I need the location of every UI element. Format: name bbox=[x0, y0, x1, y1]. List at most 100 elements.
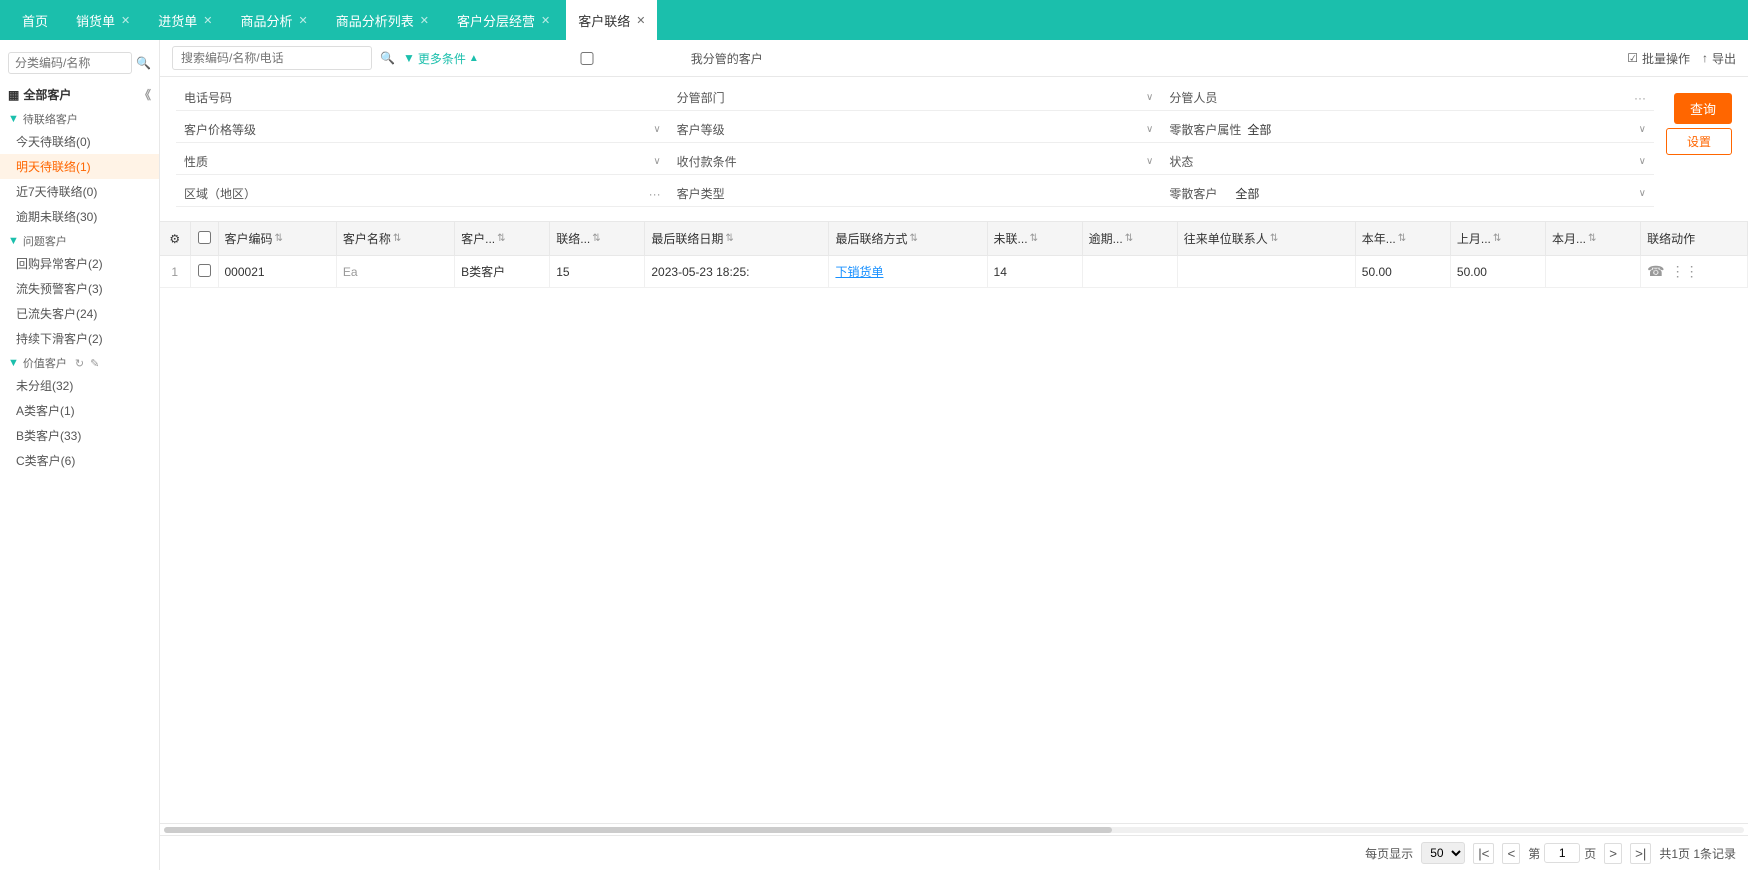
nav-sales[interactable]: 销货单 ✕ bbox=[64, 0, 142, 40]
sidebar-all-customers[interactable]: ▦ 全部客户 《 bbox=[0, 82, 159, 107]
total-info: 共1页 1条记录 bbox=[1659, 845, 1736, 862]
sidebar-collapse-icon[interactable]: 《 bbox=[139, 86, 151, 103]
nav-purchase[interactable]: 进货单 ✕ bbox=[146, 0, 224, 40]
refresh-icon[interactable]: ↻ bbox=[75, 357, 84, 370]
table-scrollbar[interactable] bbox=[160, 823, 1748, 835]
col-name-label: 客户名称 bbox=[343, 230, 391, 247]
filter-person-label: 分管人员 bbox=[1169, 89, 1229, 106]
sidebar-item-repurchase-abnormal[interactable]: 回购异常客户(2) bbox=[0, 251, 159, 276]
edit-icon[interactable]: ✎ bbox=[90, 357, 99, 370]
nav-product-analysis-list[interactable]: 商品分析列表 ✕ bbox=[324, 0, 441, 40]
row-select-checkbox[interactable] bbox=[198, 264, 211, 277]
sidebar-item-declining[interactable]: 持续下滑客户(2) bbox=[0, 326, 159, 351]
page-input[interactable] bbox=[1544, 843, 1580, 863]
select-all-checkbox[interactable] bbox=[198, 231, 211, 244]
filter-row-1: 电话号码 分管部门 ∨ 分管人员 ··· bbox=[176, 85, 1654, 111]
col-settings[interactable]: ⚙ bbox=[160, 222, 190, 256]
nav-sales-close[interactable]: ✕ bbox=[121, 14, 130, 27]
filter-price-level-caret[interactable]: ∨ bbox=[653, 124, 660, 135]
filter-status-caret[interactable]: ∨ bbox=[1639, 156, 1646, 167]
sidebar-item-overdue[interactable]: 逾期未联络(30) bbox=[0, 204, 159, 229]
sidebar-item-a-class[interactable]: A类客户(1) bbox=[0, 398, 159, 423]
customer-table: ⚙ 客户编码 ⇅ 客户名称 bbox=[160, 222, 1748, 288]
col-contact-sort[interactable]: ⇅ bbox=[592, 233, 600, 244]
sidebar-item-today-label: 今天待联络(0) bbox=[16, 135, 91, 149]
sidebar-item-ungrouped[interactable]: 未分组(32) bbox=[0, 373, 159, 398]
sidebar-search-icon[interactable]: 🔍 bbox=[136, 56, 151, 70]
sidebar-item-ungrouped-label: 未分组(32) bbox=[16, 379, 73, 393]
filter-region-label: 区域（地区） bbox=[184, 185, 256, 202]
sidebar-item-b-class[interactable]: B类客户(33) bbox=[0, 423, 159, 448]
col-last-month-sort[interactable]: ⇅ bbox=[1493, 233, 1501, 244]
col-name-sort[interactable]: ⇅ bbox=[393, 233, 401, 244]
per-page-select[interactable]: 50 bbox=[1421, 842, 1465, 864]
top-navigation: 首页 销货单 ✕ 进货单 ✕ 商品分析 ✕ 商品分析列表 ✕ 客户分层经营 ✕ … bbox=[0, 0, 1748, 40]
filter-customer-level-caret[interactable]: ∨ bbox=[1146, 124, 1153, 135]
col-last-month-label: 上月... bbox=[1457, 230, 1491, 247]
sidebar-search-input[interactable] bbox=[8, 52, 132, 74]
col-this-year-sort[interactable]: ⇅ bbox=[1398, 233, 1406, 244]
row-index: 1 bbox=[160, 256, 190, 288]
export-btn[interactable]: ↑ 导出 bbox=[1702, 50, 1736, 67]
sidebar-item-today[interactable]: 今天待联络(0) bbox=[0, 129, 159, 154]
bulk-action-btn[interactable]: ☑ 批量操作 bbox=[1627, 50, 1690, 67]
col-uncontacted-sort[interactable]: ⇅ bbox=[1030, 233, 1038, 244]
row-checkbox bbox=[190, 256, 218, 288]
filter-retail-customer-caret[interactable]: ∨ bbox=[1639, 188, 1646, 199]
filter-payment: 收付款条件 ∨ bbox=[669, 149, 1162, 175]
col-overdue: 逾期... ⇅ bbox=[1082, 222, 1177, 256]
filter-payment-caret[interactable]: ∨ bbox=[1146, 156, 1153, 167]
sidebar-item-churned[interactable]: 已流失客户(24) bbox=[0, 301, 159, 326]
col-type-sort[interactable]: ⇅ bbox=[497, 233, 505, 244]
filter-person-dots[interactable]: ··· bbox=[1634, 91, 1646, 105]
col-code-sort[interactable]: ⇅ bbox=[275, 233, 283, 244]
filter-customer-level-label: 客户等级 bbox=[677, 121, 737, 138]
call-icon[interactable]: ☎ bbox=[1647, 263, 1664, 280]
next-page-btn[interactable]: > bbox=[1604, 843, 1622, 864]
my-customers-checkbox[interactable] bbox=[487, 52, 687, 65]
col-last-date-sort[interactable]: ⇅ bbox=[725, 233, 733, 244]
nav-purchase-close[interactable]: ✕ bbox=[203, 14, 212, 27]
page-suffix-label: 页 bbox=[1584, 845, 1596, 862]
filter-phone-input[interactable] bbox=[250, 91, 661, 105]
more-conditions-btn[interactable]: ▼ 更多条件 ▲ bbox=[403, 50, 479, 67]
nav-home[interactable]: 首页 bbox=[10, 0, 60, 40]
filter-region-dots[interactable]: ··· bbox=[649, 187, 661, 201]
filter-customer-type: 客户类型 bbox=[669, 181, 1162, 207]
nav-customer-contact[interactable]: 客户联络 ✕ bbox=[566, 0, 657, 40]
filter-retail-attr-caret[interactable]: ∨ bbox=[1639, 124, 1646, 135]
col-overdue-sort[interactable]: ⇅ bbox=[1125, 233, 1133, 244]
nav-product-analysis[interactable]: 商品分析 ✕ bbox=[228, 0, 319, 40]
query-button[interactable]: 查询 bbox=[1674, 93, 1732, 124]
row-last-date: 2023-05-23 18:25: bbox=[645, 256, 829, 288]
col-this-month-sort[interactable]: ⇅ bbox=[1588, 233, 1596, 244]
sidebar-item-tomorrow[interactable]: 明天待联络(1) bbox=[0, 154, 159, 179]
col-unit-contact-sort[interactable]: ⇅ bbox=[1270, 233, 1278, 244]
nav-customer-segment-close[interactable]: ✕ bbox=[541, 14, 550, 27]
settings-gear-icon[interactable]: ⚙ bbox=[169, 232, 180, 246]
sidebar-item-churn-warning[interactable]: 流失预警客户(3) bbox=[0, 276, 159, 301]
scroll-thumb[interactable] bbox=[164, 827, 1112, 833]
nav-customer-contact-close[interactable]: ✕ bbox=[636, 14, 645, 27]
search-btn[interactable]: 🔍 bbox=[380, 51, 395, 65]
more-action-icon[interactable]: ⋮⋮ bbox=[1671, 263, 1699, 280]
filter-dept-caret[interactable]: ∨ bbox=[1146, 92, 1153, 103]
nav-customer-contact-label: 客户联络 bbox=[578, 11, 630, 30]
sidebar-item-7days[interactable]: 近7天待联络(0) bbox=[0, 179, 159, 204]
nav-product-analysis-list-label: 商品分析列表 bbox=[336, 11, 414, 30]
filter-nature-caret[interactable]: ∨ bbox=[653, 156, 660, 167]
last-page-btn[interactable]: >| bbox=[1630, 843, 1651, 864]
setting-button[interactable]: 设置 bbox=[1666, 128, 1732, 155]
my-customers-check[interactable]: 我分管的客户 bbox=[487, 50, 763, 67]
nav-customer-segment[interactable]: 客户分层经营 ✕ bbox=[445, 0, 562, 40]
sidebar-item-c-class[interactable]: C类客户(6) bbox=[0, 448, 159, 473]
nav-customer-segment-label: 客户分层经营 bbox=[457, 11, 535, 30]
nav-product-analysis-close[interactable]: ✕ bbox=[299, 14, 308, 27]
col-uncontacted-label: 未联... bbox=[994, 230, 1028, 247]
first-page-btn[interactable]: |< bbox=[1473, 843, 1494, 864]
col-last-method-sort[interactable]: ⇅ bbox=[909, 233, 917, 244]
prev-page-btn[interactable]: < bbox=[1502, 843, 1520, 864]
search-input[interactable] bbox=[172, 46, 372, 70]
nav-product-analysis-list-close[interactable]: ✕ bbox=[420, 14, 429, 27]
row-last-method-link[interactable]: 下销货单 bbox=[835, 265, 883, 279]
